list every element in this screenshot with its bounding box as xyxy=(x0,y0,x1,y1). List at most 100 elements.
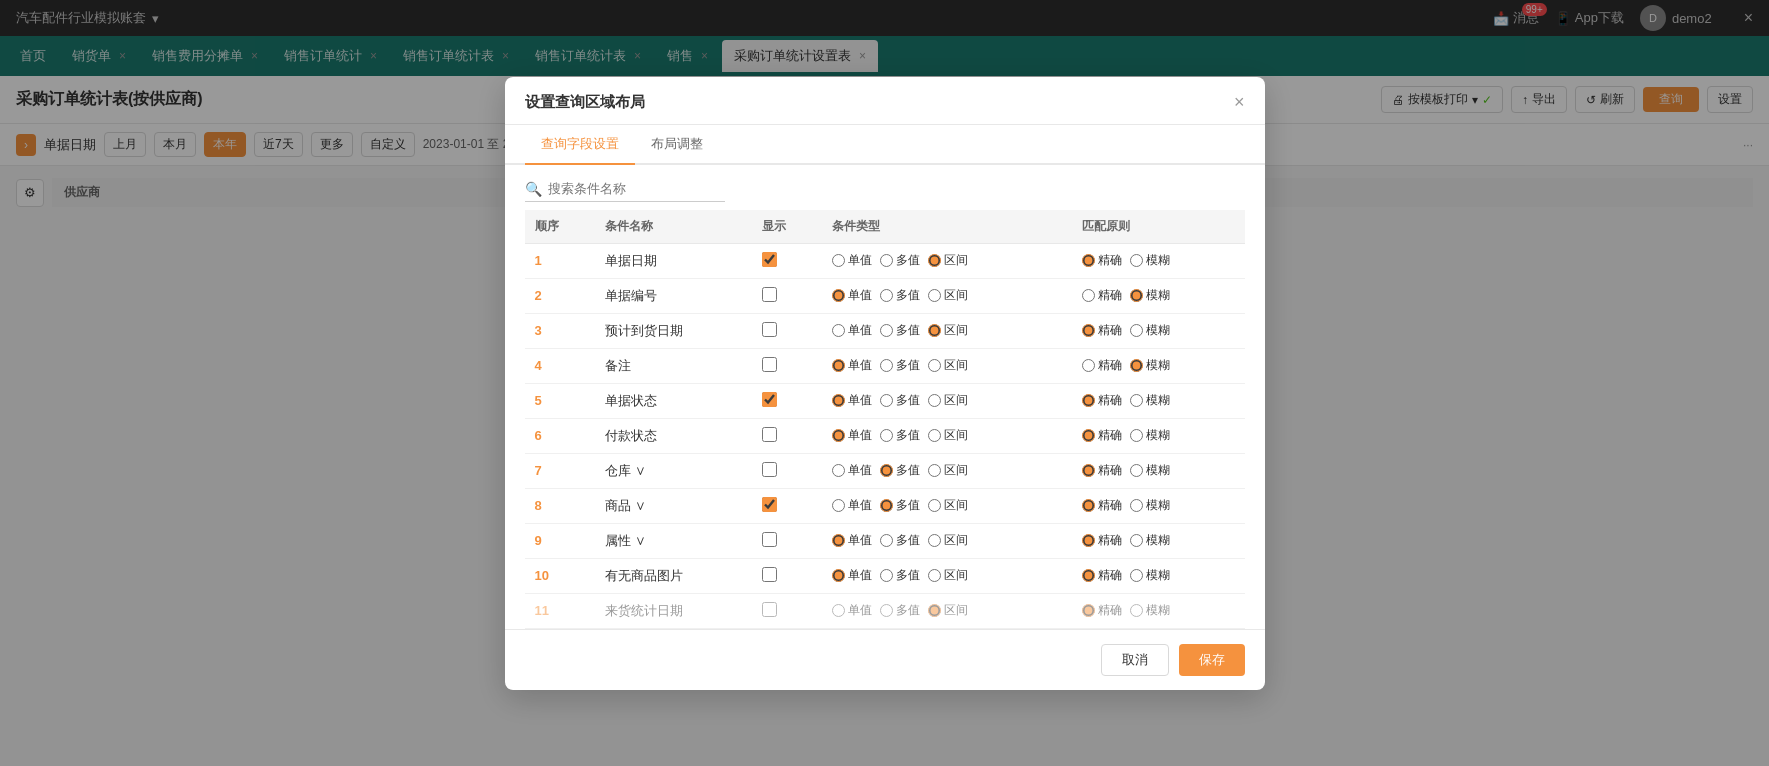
row-type[interactable]: 单值多值区间 xyxy=(822,593,1072,628)
type-radio-区间[interactable] xyxy=(928,499,941,512)
row-match[interactable]: 精确模糊 xyxy=(1072,488,1245,523)
type-radio-多值[interactable] xyxy=(880,534,893,547)
type-radio-区间[interactable] xyxy=(928,254,941,267)
modal-tab-layout[interactable]: 布局调整 xyxy=(635,125,719,165)
type-radio-多值[interactable] xyxy=(880,289,893,302)
match-radio-精确[interactable] xyxy=(1082,464,1095,477)
modal-close-btn[interactable]: × xyxy=(1234,93,1245,111)
type-radio-多值[interactable] xyxy=(880,464,893,477)
row-match[interactable]: 精确模糊 xyxy=(1072,558,1245,593)
row-type[interactable]: 单值多值区间 xyxy=(822,558,1072,593)
type-radio-多值[interactable] xyxy=(880,499,893,512)
match-radio-精确[interactable] xyxy=(1082,324,1095,337)
row-display[interactable] xyxy=(752,593,822,628)
row-match[interactable]: 精确模糊 xyxy=(1072,418,1245,453)
row-type[interactable]: 单值多值区间 xyxy=(822,313,1072,348)
type-radio-单值[interactable] xyxy=(832,534,845,547)
match-radio-精确[interactable] xyxy=(1082,289,1095,302)
row-type[interactable]: 单值多值区间 xyxy=(822,488,1072,523)
match-radio-精确[interactable] xyxy=(1082,429,1095,442)
type-radio-单值[interactable] xyxy=(832,254,845,267)
type-radio-多值[interactable] xyxy=(880,324,893,337)
match-radio-精确[interactable] xyxy=(1082,499,1095,512)
display-checkbox[interactable] xyxy=(762,392,777,407)
row-display[interactable] xyxy=(752,418,822,453)
match-radio-模糊[interactable] xyxy=(1130,534,1143,547)
match-radio-精确[interactable] xyxy=(1082,359,1095,372)
row-display[interactable] xyxy=(752,243,822,278)
row-match[interactable]: 精确模糊 xyxy=(1072,348,1245,383)
display-checkbox[interactable] xyxy=(762,497,777,512)
type-radio-多值[interactable] xyxy=(880,394,893,407)
match-radio-模糊[interactable] xyxy=(1130,429,1143,442)
type-radio-区间[interactable] xyxy=(928,289,941,302)
match-radio-精确[interactable] xyxy=(1082,604,1095,617)
match-radio-模糊[interactable] xyxy=(1130,464,1143,477)
row-match[interactable]: 精确模糊 xyxy=(1072,593,1245,628)
type-radio-多值[interactable] xyxy=(880,359,893,372)
match-radio-模糊[interactable] xyxy=(1130,359,1143,372)
display-checkbox[interactable] xyxy=(762,602,777,617)
type-radio-单值[interactable] xyxy=(832,464,845,477)
row-display[interactable] xyxy=(752,488,822,523)
type-radio-单值[interactable] xyxy=(832,289,845,302)
type-radio-单值[interactable] xyxy=(832,499,845,512)
row-type[interactable]: 单值多值区间 xyxy=(822,348,1072,383)
match-radio-模糊[interactable] xyxy=(1130,254,1143,267)
cancel-button[interactable]: 取消 xyxy=(1101,644,1169,676)
type-radio-多值[interactable] xyxy=(880,604,893,617)
row-display[interactable] xyxy=(752,453,822,488)
row-match[interactable]: 精确模糊 xyxy=(1072,383,1245,418)
type-radio-多值[interactable] xyxy=(880,254,893,267)
modal-tab-query-fields[interactable]: 查询字段设置 xyxy=(525,125,635,165)
display-checkbox[interactable] xyxy=(762,427,777,442)
save-button[interactable]: 保存 xyxy=(1179,644,1245,676)
row-match[interactable]: 精确模糊 xyxy=(1072,523,1245,558)
type-radio-单值[interactable] xyxy=(832,569,845,582)
type-radio-单值[interactable] xyxy=(832,429,845,442)
match-radio-模糊[interactable] xyxy=(1130,604,1143,617)
type-radio-区间[interactable] xyxy=(928,394,941,407)
row-type[interactable]: 单值多值区间 xyxy=(822,383,1072,418)
match-radio-精确[interactable] xyxy=(1082,394,1095,407)
display-checkbox[interactable] xyxy=(762,322,777,337)
match-radio-精确[interactable] xyxy=(1082,534,1095,547)
row-match[interactable]: 精确模糊 xyxy=(1072,278,1245,313)
row-display[interactable] xyxy=(752,523,822,558)
row-type[interactable]: 单值多值区间 xyxy=(822,243,1072,278)
row-type[interactable]: 单值多值区间 xyxy=(822,453,1072,488)
type-radio-区间[interactable] xyxy=(928,359,941,372)
row-type[interactable]: 单值多值区间 xyxy=(822,523,1072,558)
type-radio-单值[interactable] xyxy=(832,604,845,617)
match-radio-精确[interactable] xyxy=(1082,569,1095,582)
display-checkbox[interactable] xyxy=(762,357,777,372)
match-radio-精确[interactable] xyxy=(1082,254,1095,267)
row-display[interactable] xyxy=(752,313,822,348)
match-radio-模糊[interactable] xyxy=(1130,569,1143,582)
row-type[interactable]: 单值多值区间 xyxy=(822,278,1072,313)
match-radio-模糊[interactable] xyxy=(1130,394,1143,407)
display-checkbox[interactable] xyxy=(762,567,777,582)
match-radio-模糊[interactable] xyxy=(1130,324,1143,337)
display-checkbox[interactable] xyxy=(762,532,777,547)
row-match[interactable]: 精确模糊 xyxy=(1072,313,1245,348)
row-type[interactable]: 单值多值区间 xyxy=(822,418,1072,453)
display-checkbox[interactable] xyxy=(762,462,777,477)
display-checkbox[interactable] xyxy=(762,252,777,267)
type-radio-区间[interactable] xyxy=(928,324,941,337)
row-display[interactable] xyxy=(752,348,822,383)
row-match[interactable]: 精确模糊 xyxy=(1072,243,1245,278)
type-radio-区间[interactable] xyxy=(928,604,941,617)
row-display[interactable] xyxy=(752,278,822,313)
type-radio-多值[interactable] xyxy=(880,429,893,442)
row-display[interactable] xyxy=(752,383,822,418)
type-radio-区间[interactable] xyxy=(928,534,941,547)
match-radio-模糊[interactable] xyxy=(1130,289,1143,302)
search-input[interactable] xyxy=(548,181,708,196)
type-radio-单值[interactable] xyxy=(832,324,845,337)
match-radio-模糊[interactable] xyxy=(1130,499,1143,512)
type-radio-单值[interactable] xyxy=(832,359,845,372)
type-radio-区间[interactable] xyxy=(928,569,941,582)
row-match[interactable]: 精确模糊 xyxy=(1072,453,1245,488)
row-display[interactable] xyxy=(752,558,822,593)
